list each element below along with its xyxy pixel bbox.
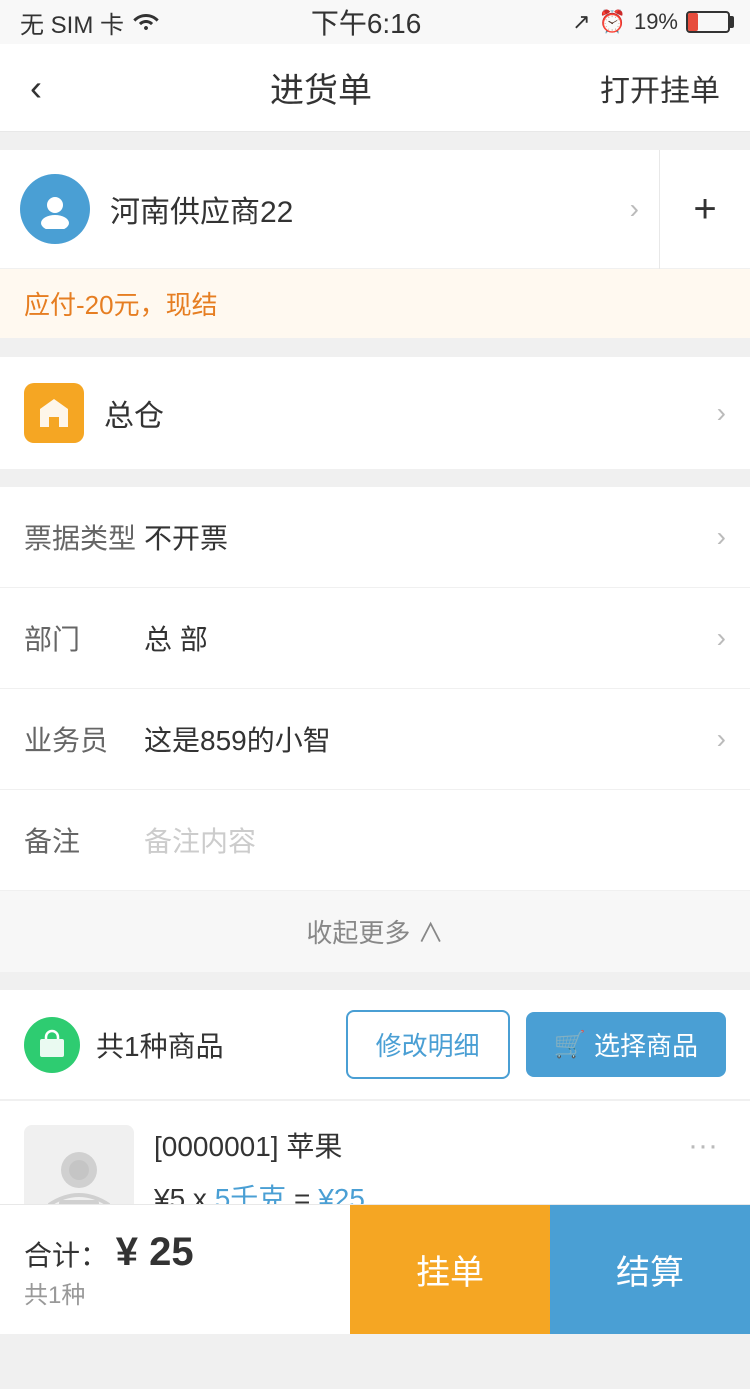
remark-label: 备注 [24,820,144,860]
supplier-section: 河南供应商22 › + [0,150,750,269]
product-icon [24,1017,80,1073]
supplier-avatar [20,174,90,244]
battery-label: 19% [634,9,678,35]
total-count: 共1种 [24,1275,326,1310]
ticket-type-chevron-icon: › [717,521,726,553]
status-right: ↗ ⏰ 19% [572,9,730,35]
warehouse-section[interactable]: 总仓 › [0,357,750,469]
total-row: 合计： ¥ 25 [24,1230,326,1275]
warehouse-icon [24,383,84,443]
time-label: 下午6:16 [311,2,422,42]
total-label: 合计： [24,1240,108,1271]
collapse-button[interactable]: 收起更多 ∧ [0,891,750,972]
alarm-icon: ⏰ [599,9,626,35]
status-left: 无 SIM 卡 [20,5,160,40]
ticket-type-value: 不开票 [144,517,707,557]
product-count-label: 共1种商品 [96,1025,330,1065]
bottom-bar: 合计： ¥ 25 共1种 挂单 结算 [0,1204,750,1334]
nav-bar: ‹ 进货单 打开挂单 [0,44,750,132]
select-product-icon: 🛒 [554,1029,586,1060]
edit-detail-button[interactable]: 修改明细 [346,1010,510,1079]
select-product-button[interactable]: 🛒 选择商品 [526,1012,726,1077]
open-hold-button[interactable]: 打开挂单 [600,66,720,110]
section-gap-4 [0,972,750,990]
warehouse-chevron-icon: › [717,397,726,429]
form-section: 票据类型 不开票 › 部门 总 部 › 业务员 这是859的小智 › 备注 备注… [0,487,750,891]
checkout-button[interactable]: 结算 [550,1205,750,1334]
back-button[interactable]: ‹ [30,67,42,109]
total-section: 合计： ¥ 25 共1种 [0,1205,350,1334]
salesperson-row[interactable]: 业务员 这是859的小智 › [0,689,750,790]
supplier-row[interactable]: 河南供应商22 › [0,150,659,269]
department-value: 总 部 [144,618,707,658]
product-header: 共1种商品 修改明细 🛒 选择商品 [0,990,750,1099]
location-icon: ↗ [572,9,590,35]
remark-row[interactable]: 备注 备注内容 [0,790,750,891]
supplier-name: 河南供应商22 [110,187,620,231]
salesperson-value: 这是859的小智 [144,719,707,759]
chevron-right-icon: › [630,193,639,225]
section-gap-2 [0,339,750,357]
page-title: 进货单 [270,63,372,112]
carrier-label: 无 SIM 卡 [20,5,124,40]
status-bar: 无 SIM 卡 下午6:16 ↗ ⏰ 19% [0,0,750,44]
wifi-icon [132,8,160,37]
warehouse-name: 总仓 [104,391,707,435]
product-title: [0000001] 苹果 [154,1125,660,1165]
hold-button[interactable]: 挂单 [350,1205,550,1334]
ticket-type-label: 票据类型 [24,517,144,557]
select-product-label: 选择商品 [594,1026,698,1063]
add-supplier-button[interactable]: + [660,150,750,269]
total-amount: ¥ 25 [116,1230,194,1274]
notice-bar: 应付-20元，现结 [0,269,750,339]
department-label: 部门 [24,618,144,658]
battery-icon [686,11,730,33]
salesperson-chevron-icon: › [717,723,726,755]
ticket-type-row[interactable]: 票据类型 不开票 › [0,487,750,588]
department-chevron-icon: › [717,622,726,654]
department-row[interactable]: 部门 总 部 › [0,588,750,689]
section-gap-1 [0,132,750,150]
salesperson-label: 业务员 [24,719,144,759]
section-gap-3 [0,469,750,487]
product-more-button[interactable]: ··· [680,1125,726,1167]
remark-input[interactable]: 备注内容 [144,820,726,860]
